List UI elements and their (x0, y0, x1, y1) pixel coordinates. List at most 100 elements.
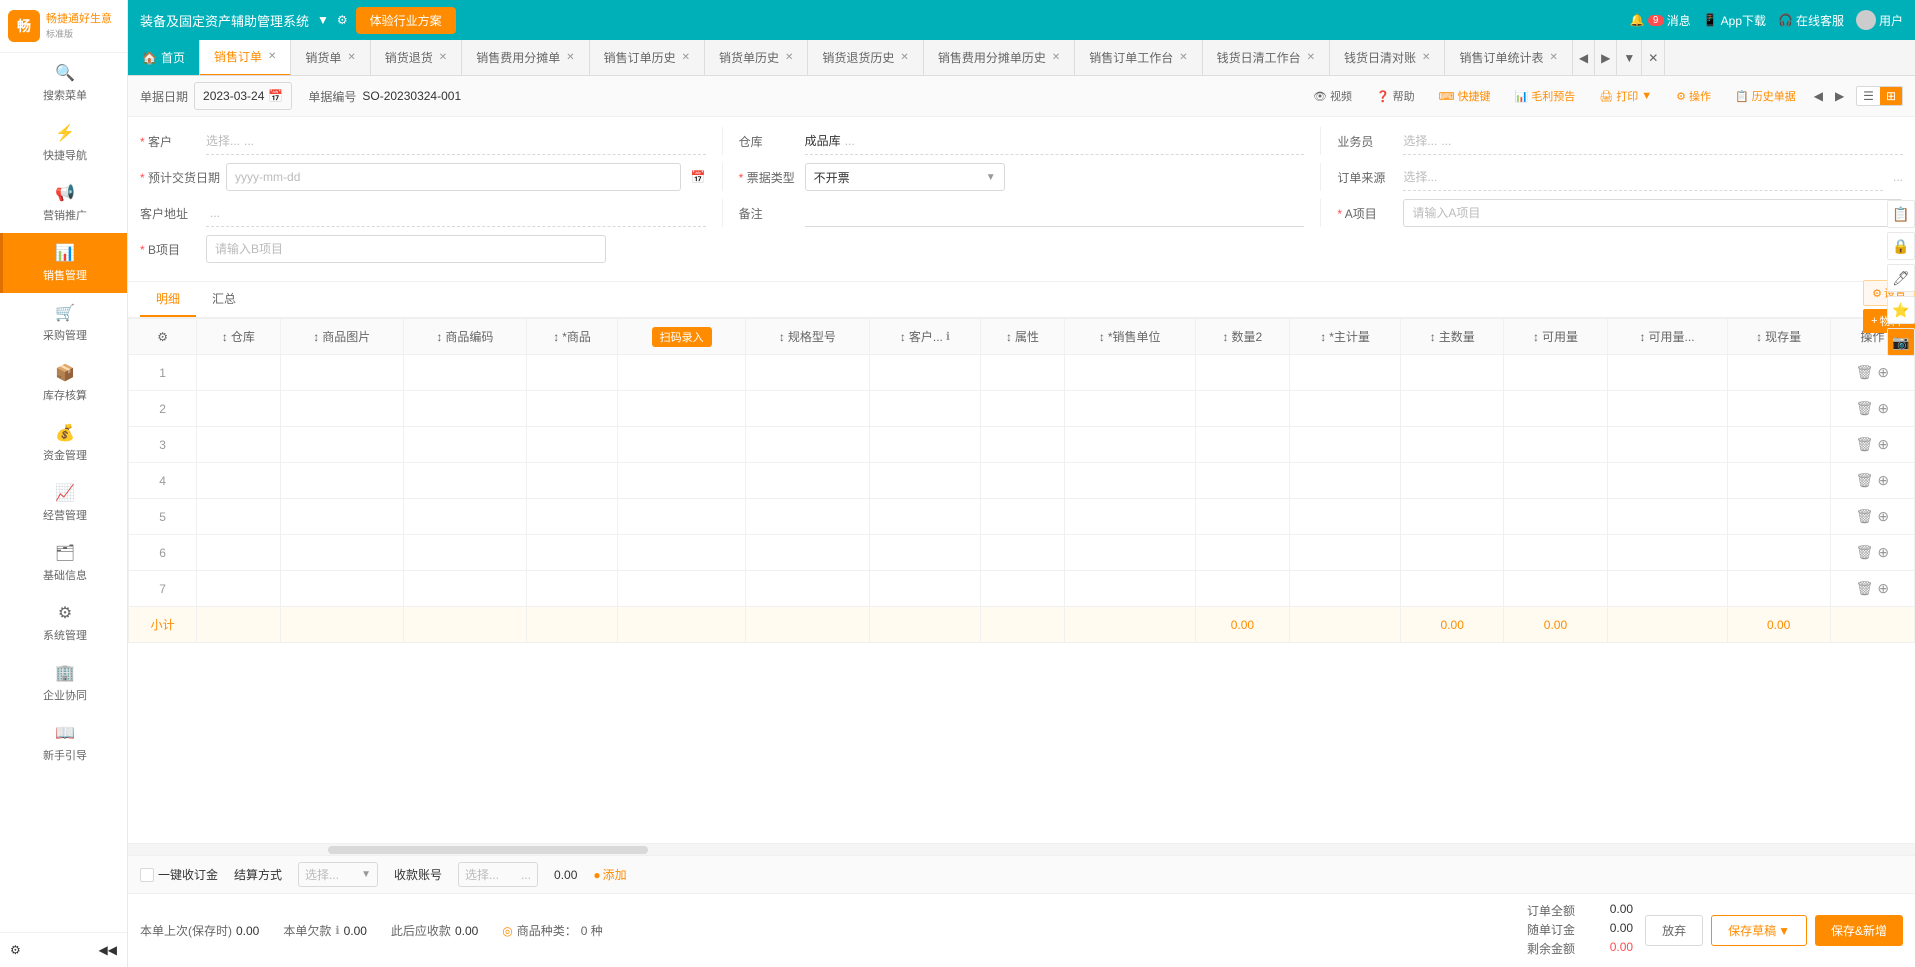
th-main-unit[interactable]: ↕*主计量 (1290, 319, 1401, 355)
order-source-input[interactable]: 选择... (1403, 163, 1883, 191)
list-view-btn[interactable]: ☰ (1857, 87, 1880, 105)
sidebar-item-sales[interactable]: 📊 销售管理 (0, 233, 127, 293)
scroll-thumb[interactable] (328, 846, 648, 854)
row-6-copy-btn[interactable]: ⊕ (1877, 544, 1889, 561)
row-4-image[interactable] (280, 463, 403, 499)
scan-button[interactable]: 扫码录入 (652, 327, 712, 347)
tab-close-icon[interactable]: ✕ (1052, 52, 1060, 63)
collapse-icon[interactable]: ◀◀ (99, 943, 117, 957)
row-7-available-ext[interactable] (1607, 571, 1727, 607)
row-1-delete-btn[interactable]: 🗑 (1856, 364, 1874, 381)
row-2-qty2[interactable] (1195, 391, 1289, 427)
th-available[interactable]: ↕可用量 (1504, 319, 1607, 355)
row-7-code[interactable] (403, 571, 526, 607)
online-service-btn[interactable]: 🎧 在线客服 (1778, 12, 1844, 29)
th-image[interactable]: ↕商品图片 (280, 319, 403, 355)
sidebar-item-finance[interactable]: 💰 资金管理 (0, 413, 127, 473)
row-2-unit[interactable] (1064, 391, 1195, 427)
row-1-available[interactable] (1504, 355, 1607, 391)
row-3-customer-code[interactable] (869, 427, 981, 463)
row-5-spec[interactable] (746, 499, 869, 535)
row-3-spec[interactable] (746, 427, 869, 463)
row-7-main-qty[interactable] (1401, 571, 1504, 607)
row-7-available[interactable] (1504, 571, 1607, 607)
sidebar-camera-btn[interactable]: 📷 (1887, 328, 1915, 356)
help-btn[interactable]: ❓ 帮助 (1370, 86, 1421, 106)
payment-method-select[interactable]: 选择... ▼ (298, 862, 378, 887)
row-2-delete-btn[interactable]: 🗑 (1856, 400, 1874, 417)
row-4-main-unit[interactable] (1290, 463, 1401, 499)
row-3-image[interactable] (280, 427, 403, 463)
row-3-qty2[interactable] (1195, 427, 1289, 463)
th-warehouse[interactable]: ↕仓库 (197, 319, 280, 355)
row-6-delete-btn[interactable]: 🗑 (1856, 544, 1874, 561)
row-3-main-unit[interactable] (1290, 427, 1401, 463)
shortcut-btn[interactable]: ⌨ 快捷键 (1433, 86, 1497, 106)
th-customer-code[interactable]: ↕客户...ℹ (869, 319, 981, 355)
print-btn[interactable]: 🖨 打印 ▼ (1593, 86, 1658, 106)
tab-close-icon[interactable]: ✕ (566, 52, 574, 63)
row-3-copy-btn[interactable]: ⊕ (1877, 436, 1889, 453)
row-3-delete-btn[interactable]: 🗑 (1856, 436, 1874, 453)
row-7-delete-btn[interactable]: 🗑 (1856, 580, 1874, 597)
row-4-available[interactable] (1504, 463, 1607, 499)
row-1-warehouse[interactable] (197, 355, 280, 391)
row-7-product[interactable] (527, 571, 618, 607)
row-2-available-ext[interactable] (1607, 391, 1727, 427)
tab-close-icon[interactable]: ✕ (268, 51, 276, 62)
tab-close-icon[interactable]: ✕ (347, 52, 355, 63)
row-4-unit[interactable] (1064, 463, 1195, 499)
row-1-main-unit[interactable] (1290, 355, 1401, 391)
th-spec[interactable]: ↕规格型号 (746, 319, 869, 355)
row-6-customer-code[interactable] (869, 535, 981, 571)
row-7-customer-code[interactable] (869, 571, 981, 607)
tab-daily-workbench[interactable]: 钱货日清工作台 ✕ (1203, 40, 1330, 76)
row-2-customer-code[interactable] (869, 391, 981, 427)
th-scan[interactable]: 扫码录入 (618, 319, 746, 355)
nav-prev-icon[interactable]: ◀ (1814, 89, 1823, 103)
tab-close-icon[interactable]: ✕ (785, 52, 793, 63)
row-2-stock[interactable] (1727, 391, 1830, 427)
row-3-available[interactable] (1504, 427, 1607, 463)
tab-close-icon[interactable]: ✕ (900, 52, 908, 63)
row-5-warehouse[interactable] (197, 499, 280, 535)
row-2-warehouse[interactable] (197, 391, 280, 427)
row-4-delete-btn[interactable]: 🗑 (1856, 472, 1874, 489)
row-2-property[interactable] (981, 391, 1064, 427)
row-4-warehouse[interactable] (197, 463, 280, 499)
row-1-image[interactable] (280, 355, 403, 391)
discard-button[interactable]: 放弃 (1645, 915, 1703, 946)
tab-sales-order[interactable]: 销售订单 ✕ (200, 40, 291, 76)
date-picker-icon[interactable]: 📅 (691, 170, 706, 184)
save-new-button[interactable]: 保存&新增 (1815, 915, 1903, 946)
view-btn[interactable]: 👁 视频 (1307, 86, 1358, 106)
row-5-property[interactable] (981, 499, 1064, 535)
nav-next-icon[interactable]: ▶ (1835, 89, 1844, 103)
date-input[interactable]: 2023-03-24 📅 (194, 82, 292, 110)
row-7-main-unit[interactable] (1290, 571, 1401, 607)
address-input[interactable]: ... (206, 199, 706, 227)
row-4-main-qty[interactable] (1401, 463, 1504, 499)
tab-close-icon[interactable]: ✕ (1549, 52, 1557, 63)
row-5-delete-btn[interactable]: 🗑 (1856, 508, 1874, 525)
row-1-property[interactable] (981, 355, 1064, 391)
row-6-qty2[interactable] (1195, 535, 1289, 571)
row-6-available-ext[interactable] (1607, 535, 1727, 571)
row-1-code[interactable] (403, 355, 526, 391)
app-download-btn[interactable]: 📱 App下载 (1703, 12, 1766, 29)
row-3-main-qty[interactable] (1401, 427, 1504, 463)
tab-daily-reconcile[interactable]: 钱货日清对账 ✕ (1330, 40, 1445, 76)
row-3-warehouse[interactable] (197, 427, 280, 463)
row-1-main-qty[interactable] (1401, 355, 1504, 391)
row-2-copy-btn[interactable]: ⊕ (1877, 400, 1889, 417)
row-5-main-qty[interactable] (1401, 499, 1504, 535)
tab-sales-invoice[interactable]: 销货单 ✕ (291, 40, 370, 76)
remark-input[interactable] (805, 199, 1305, 227)
row-5-customer-code[interactable] (869, 499, 981, 535)
sidebar-clipboard-btn[interactable]: 📋 (1887, 200, 1915, 228)
sidebar-lock-btn[interactable]: 🔒 (1887, 232, 1915, 260)
row-6-code[interactable] (403, 535, 526, 571)
row-6-spec[interactable] (746, 535, 869, 571)
row-4-code[interactable] (403, 463, 526, 499)
row-6-image[interactable] (280, 535, 403, 571)
